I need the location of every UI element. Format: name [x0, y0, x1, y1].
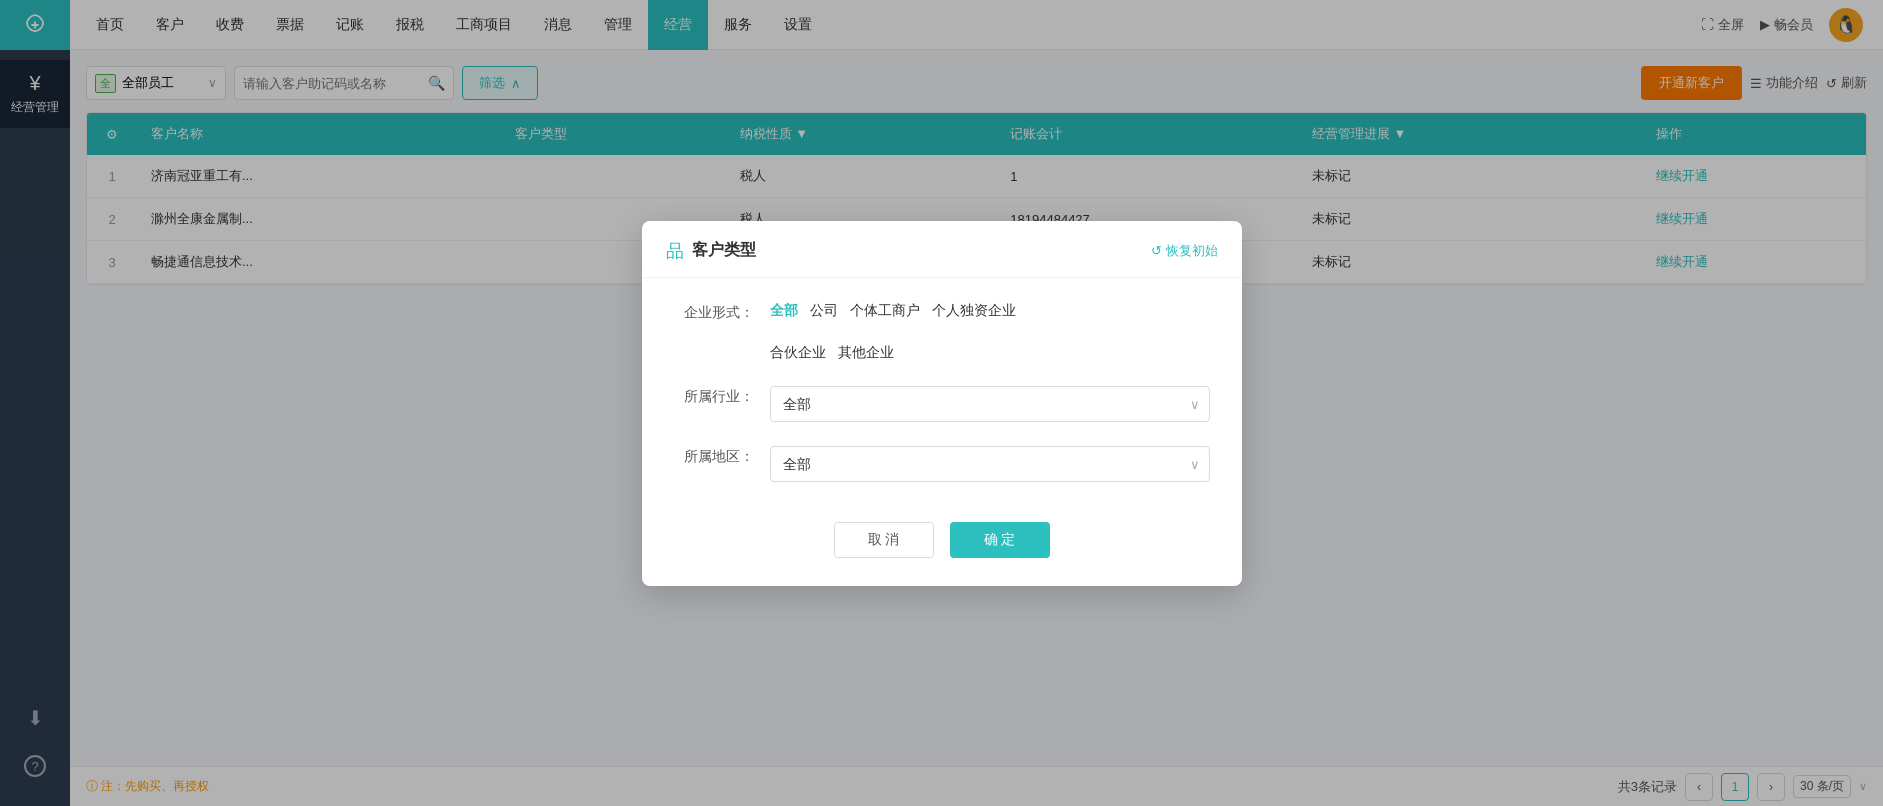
- region-select-wrapper: 全部北京上海广东浙江山东其他 ∨: [770, 446, 1210, 482]
- modal-title-area: 品 客户类型: [666, 239, 756, 263]
- industry-select-wrapper: 全部制造业服务业贸易业建筑业其他 ∨: [770, 386, 1210, 422]
- modal-header: 品 客户类型 ↺ 恢复初始: [642, 221, 1242, 278]
- enterprise-form-row: 企业形式： 全部公司个体工商户个人独资企业合伙企业其他企业: [674, 302, 1210, 362]
- industry-form-row: 所属行业： 全部制造业服务业贸易业建筑业其他 ∨: [674, 386, 1210, 422]
- region-label: 所属地区：: [674, 446, 754, 466]
- enterprise-form-tags: 全部公司个体工商户个人独资企业合伙企业其他企业: [770, 302, 1210, 362]
- cancel-button[interactable]: 取 消: [834, 522, 934, 558]
- region-form-row: 所属地区： 全部北京上海广东浙江山东其他 ∨: [674, 446, 1210, 482]
- confirm-button[interactable]: 确 定: [950, 522, 1050, 558]
- modal-footer: 取 消 确 定: [642, 514, 1242, 558]
- enterprise-tag-0[interactable]: 全部: [770, 302, 798, 320]
- enterprise-tag-2[interactable]: 个体工商户: [850, 302, 920, 320]
- enterprise-tag-4[interactable]: 合伙企业: [770, 344, 826, 362]
- modal-icon: 品: [666, 239, 684, 263]
- reset-icon: ↺: [1151, 243, 1162, 258]
- region-select[interactable]: 全部北京上海广东浙江山东其他: [770, 446, 1210, 482]
- filter-modal: 品 客户类型 ↺ 恢复初始 企业形式： 全部公司个体工商户个人独资企业合伙企业其…: [642, 221, 1242, 586]
- reset-label: 恢复初始: [1166, 242, 1218, 260]
- modal-overlay[interactable]: 品 客户类型 ↺ 恢复初始 企业形式： 全部公司个体工商户个人独资企业合伙企业其…: [0, 0, 1883, 806]
- modal-title: 客户类型: [692, 240, 756, 261]
- enterprise-tag-1[interactable]: 公司: [810, 302, 838, 320]
- enterprise-form-label: 企业形式：: [674, 302, 754, 322]
- enterprise-tag-3[interactable]: 个人独资企业: [932, 302, 1016, 320]
- modal-body: 企业形式： 全部公司个体工商户个人独资企业合伙企业其他企业 所属行业： 全部制造…: [642, 278, 1242, 514]
- enterprise-form-value: 全部公司个体工商户个人独资企业合伙企业其他企业: [770, 302, 1210, 362]
- industry-select[interactable]: 全部制造业服务业贸易业建筑业其他: [770, 386, 1210, 422]
- enterprise-tag-5[interactable]: 其他企业: [838, 344, 894, 362]
- modal-reset-btn[interactable]: ↺ 恢复初始: [1151, 242, 1218, 260]
- industry-label: 所属行业：: [674, 386, 754, 406]
